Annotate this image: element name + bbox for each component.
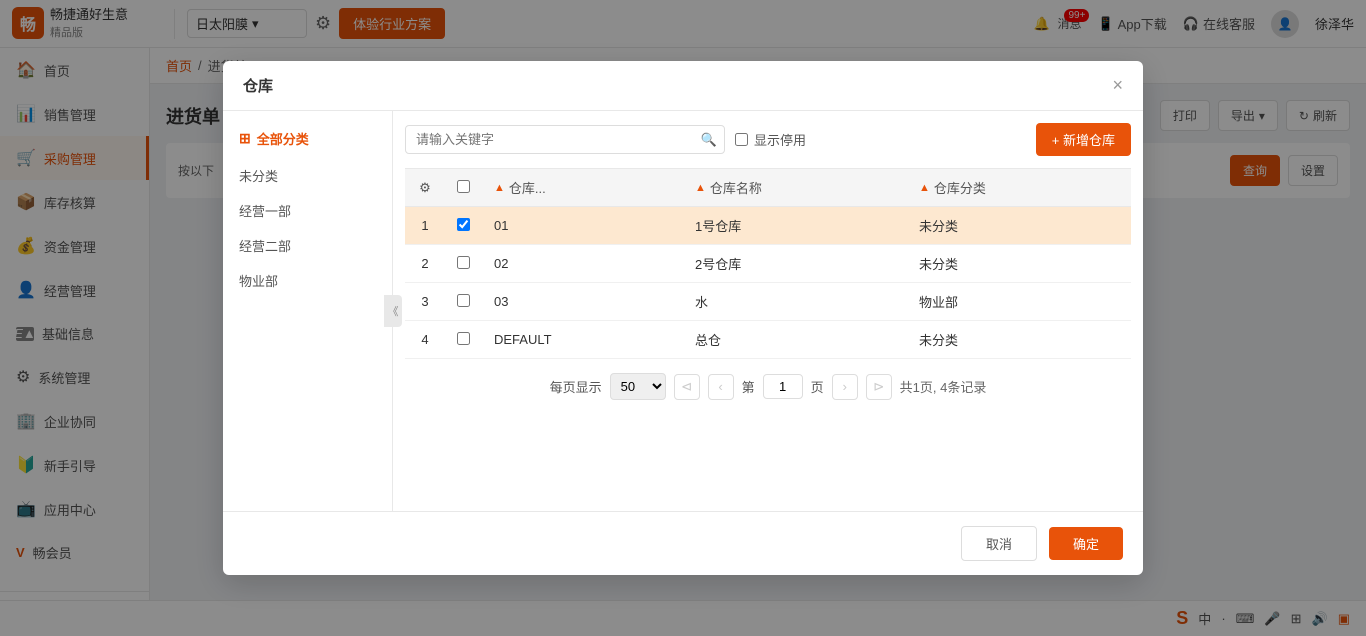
show-disabled-checkbox[interactable] [735,133,748,146]
row-name: 水 [683,283,907,321]
modal-header: 仓库 × [223,61,1143,111]
category-item-unclassified[interactable]: 未分类 [223,158,392,193]
show-disabled-label: 显示停用 [754,130,806,149]
pagination: 每页显示 50 20 100 ⊲ ‹ 第 页 › ⊳ 共1页, 4条记录 [405,359,1131,406]
sort-name-icon: ▲ [695,182,706,194]
row-category: 物业部 [907,283,1131,321]
modal-title: 仓库 [243,75,273,96]
row-category: 未分类 [907,245,1131,283]
row-name: 1号仓库 [683,207,907,245]
th-code: ▲ 仓库... [482,169,683,207]
per-page-select[interactable]: 50 20 100 [610,373,666,400]
row-name: 总仓 [683,321,907,359]
last-page-button[interactable]: ⊳ [866,374,892,400]
category-item-dept2[interactable]: 经营二部 [223,228,392,263]
first-page-button[interactable]: ⊲ [674,374,700,400]
category-panel: ⊞ 全部分类 未分类 经营一部 经营二部 物业部 《 [223,111,393,511]
row-checkbox[interactable] [457,218,470,231]
search-wrap: 🔍 [405,125,725,154]
row-checkbox[interactable] [457,332,470,345]
page-number-input[interactable] [763,374,803,399]
row-code: DEFAULT [482,321,683,359]
cancel-button[interactable]: 取消 [961,526,1037,561]
table-row[interactable]: 2 02 2号仓库 未分类 [405,245,1131,283]
category-item-property[interactable]: 物业部 [223,263,392,298]
grid-icon: ⊞ [239,130,251,147]
modal-body: ⊞ 全部分类 未分类 经营一部 经营二部 物业部 《 🔍 显示停用 + 新增仓库 [223,111,1143,511]
category-all[interactable]: ⊞ 全部分类 [223,123,392,158]
warehouse-table: ⚙ ▲ 仓库... ▲ [405,168,1131,359]
search-icon[interactable]: 🔍 [701,132,717,148]
row-code: 01 [482,207,683,245]
row-code: 03 [482,283,683,321]
sort-cat-icon: ▲ [919,182,930,194]
th-category: ▲ 仓库分类 [907,169,1131,207]
table-toolbar: 🔍 显示停用 + 新增仓库 [405,123,1131,156]
row-checkbox-cell [445,207,482,245]
row-index: 2 [405,245,445,283]
modal-close-button[interactable]: × [1112,75,1123,96]
table-row[interactable]: 4 DEFAULT 总仓 未分类 [405,321,1131,359]
per-page-label: 每页显示 [550,377,602,396]
row-name: 2号仓库 [683,245,907,283]
th-settings: ⚙ [405,169,445,207]
row-checkbox-cell [445,283,482,321]
row-checkbox[interactable] [457,256,470,269]
th-checkbox [445,169,482,207]
next-page-button[interactable]: › [832,374,858,400]
select-all-checkbox[interactable] [457,180,470,193]
page-total: 共1页, 4条记录 [900,377,987,396]
category-item-dept1[interactable]: 经营一部 [223,193,392,228]
row-checkbox-cell [445,245,482,283]
prev-page-button[interactable]: ‹ [708,374,734,400]
page-label: 第 [742,377,755,396]
table-settings-icon[interactable]: ⚙ [419,180,431,195]
show-disabled-wrap: 显示停用 [735,130,806,149]
row-code: 02 [482,245,683,283]
confirm-button[interactable]: 确定 [1049,527,1123,560]
search-input[interactable] [405,125,725,154]
row-checkbox-cell [445,321,482,359]
modal-footer: 取消 确定 [223,511,1143,575]
sort-icon: ▲ [494,182,505,194]
th-name: ▲ 仓库名称 [683,169,907,207]
table-row[interactable]: 1 01 1号仓库 未分类 [405,207,1131,245]
row-index: 1 [405,207,445,245]
row-checkbox[interactable] [457,294,470,307]
add-warehouse-button[interactable]: + 新增仓库 [1036,123,1131,156]
collapse-panel-button[interactable]: 《 [384,295,402,327]
page-unit: 页 [811,377,824,396]
table-row[interactable]: 3 03 水 物业部 [405,283,1131,321]
row-category: 未分类 [907,321,1131,359]
warehouse-modal: 仓库 × ⊞ 全部分类 未分类 经营一部 经营二部 物业部 《 🔍 [223,61,1143,575]
row-index: 3 [405,283,445,321]
row-index: 4 [405,321,445,359]
row-category: 未分类 [907,207,1131,245]
table-panel: 🔍 显示停用 + 新增仓库 ⚙ [393,111,1143,511]
